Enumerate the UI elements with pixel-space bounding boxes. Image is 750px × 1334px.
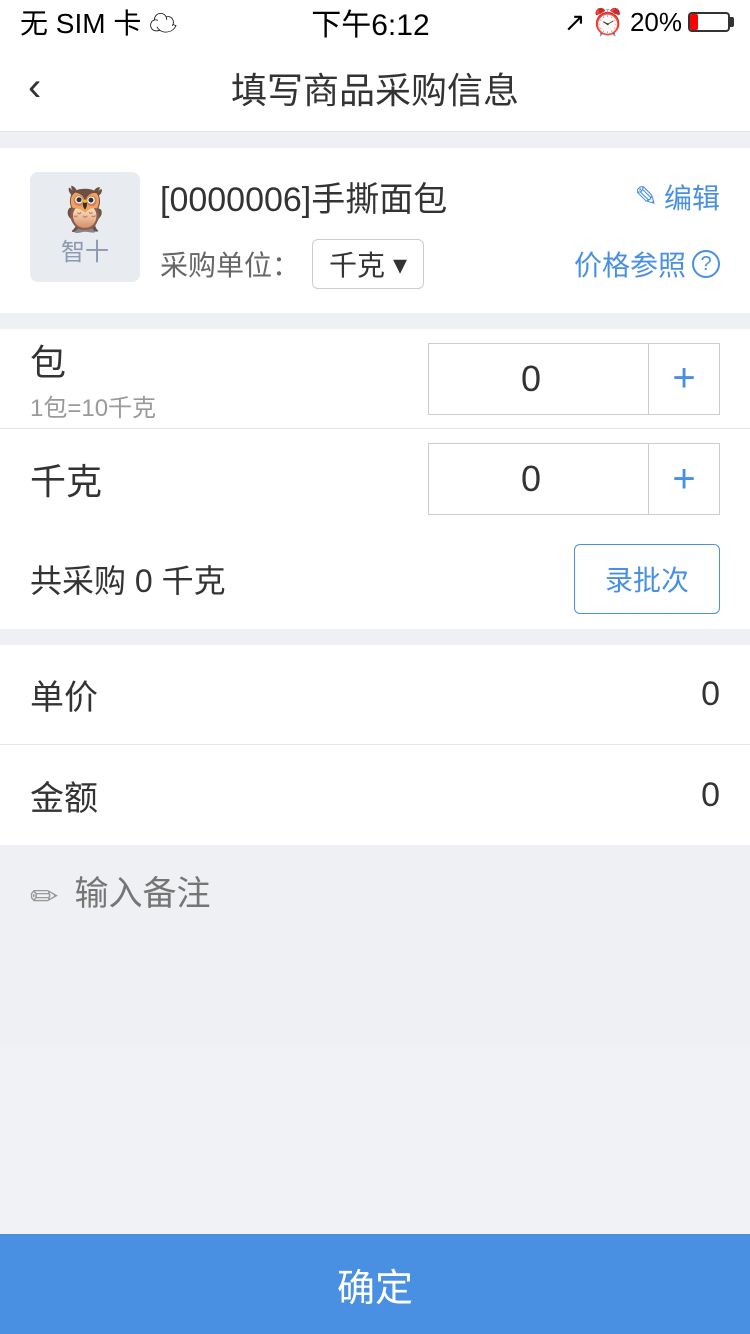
detail-section: 单价 0 金额 0 [0,645,750,845]
unit-row: 采购单位： 千克 ▾ 价格参照 ? [160,239,720,289]
bottom-spacer [0,947,750,1047]
status-left: 无 SIM 卡 ☁ [20,2,177,42]
confirm-button[interactable]: 确定 [0,1234,750,1334]
batch-button[interactable]: 录批次 [574,544,720,614]
price-row: 单价 0 [0,645,750,745]
nav-bar: ‹ 填写商品采购信息 [0,44,750,132]
price-ref-label: 价格参照 [574,244,686,284]
back-button[interactable]: ‹ [28,65,41,110]
edit-button[interactable]: ✎ 编辑 [635,177,720,217]
input-section: 包 1包=10千克 + 千克 + [0,329,750,529]
battery-percent: 20% [630,7,682,38]
mid-divider-1 [0,313,750,329]
price-ref-button[interactable]: 价格参照 ? [574,244,720,284]
product-name-row: [0000006]手撕面包 ✎ 编辑 [160,172,720,221]
amount-label: 金额 [30,771,98,820]
dropdown-icon: ▾ [393,248,407,281]
bag-label-group: 包 1包=10千克 [30,334,190,423]
product-card: 🦉 智十 [0000006]手撕面包 ✎ 编辑 采购单位： 千克 ▾ 价格参照 … [0,148,750,313]
kg-controls: + [428,443,720,515]
kg-plus-button[interactable]: + [648,443,720,515]
product-info: [0000006]手撕面包 ✎ 编辑 采购单位： 千克 ▾ 价格参照 ? [160,172,720,289]
page-title: 填写商品采购信息 [231,62,519,114]
unit-select[interactable]: 千克 ▾ [312,239,424,289]
bag-sub-label: 1包=10千克 [30,388,190,423]
amount-row: 金额 0 [0,745,750,845]
alarm-icon: ⏰ [592,7,624,38]
mid-divider-2 [0,629,750,645]
status-right: ↗ ⏰ 20% [564,7,730,38]
kg-label-group: 千克 [30,453,190,505]
battery-icon [688,12,730,32]
bag-input-row: 包 1包=10千克 + [0,329,750,429]
pencil-icon: ✏ [30,877,59,917]
status-time: 下午6:12 [311,0,429,44]
bag-controls: + [428,343,720,415]
kg-number-input[interactable] [428,443,648,515]
edit-icon: ✎ [635,180,658,213]
kg-input-row: 千克 + [0,429,750,529]
product-name: [0000006]手撕面包 [160,172,447,221]
sim-status: 无 SIM 卡 ☁ [20,2,177,42]
help-icon: ? [692,250,720,278]
product-thumbnail: 🦉 智十 [30,172,140,282]
top-divider [0,132,750,148]
price-label: 单价 [30,670,98,719]
unit-value: 千克 [329,244,385,284]
kg-label: 千克 [30,453,190,505]
price-value: 0 [701,675,720,714]
amount-value: 0 [701,776,720,815]
thumbnail-label: 智十 [61,232,109,267]
edit-label: 编辑 [664,177,720,217]
location-icon: ↗ [564,7,586,38]
owl-icon: 🦉 [58,188,113,232]
bag-label: 包 [30,334,190,386]
status-bar: 无 SIM 卡 ☁ 下午6:12 ↗ ⏰ 20% [0,0,750,44]
total-text: 共采购 0 千克 [30,556,226,602]
bag-plus-button[interactable]: + [648,343,720,415]
total-row: 共采购 0 千克 录批次 [0,529,750,629]
unit-label: 采购单位： [160,244,300,284]
remark-section: ✏ [0,845,750,947]
remark-input[interactable] [75,875,721,914]
bag-number-input[interactable] [428,343,648,415]
